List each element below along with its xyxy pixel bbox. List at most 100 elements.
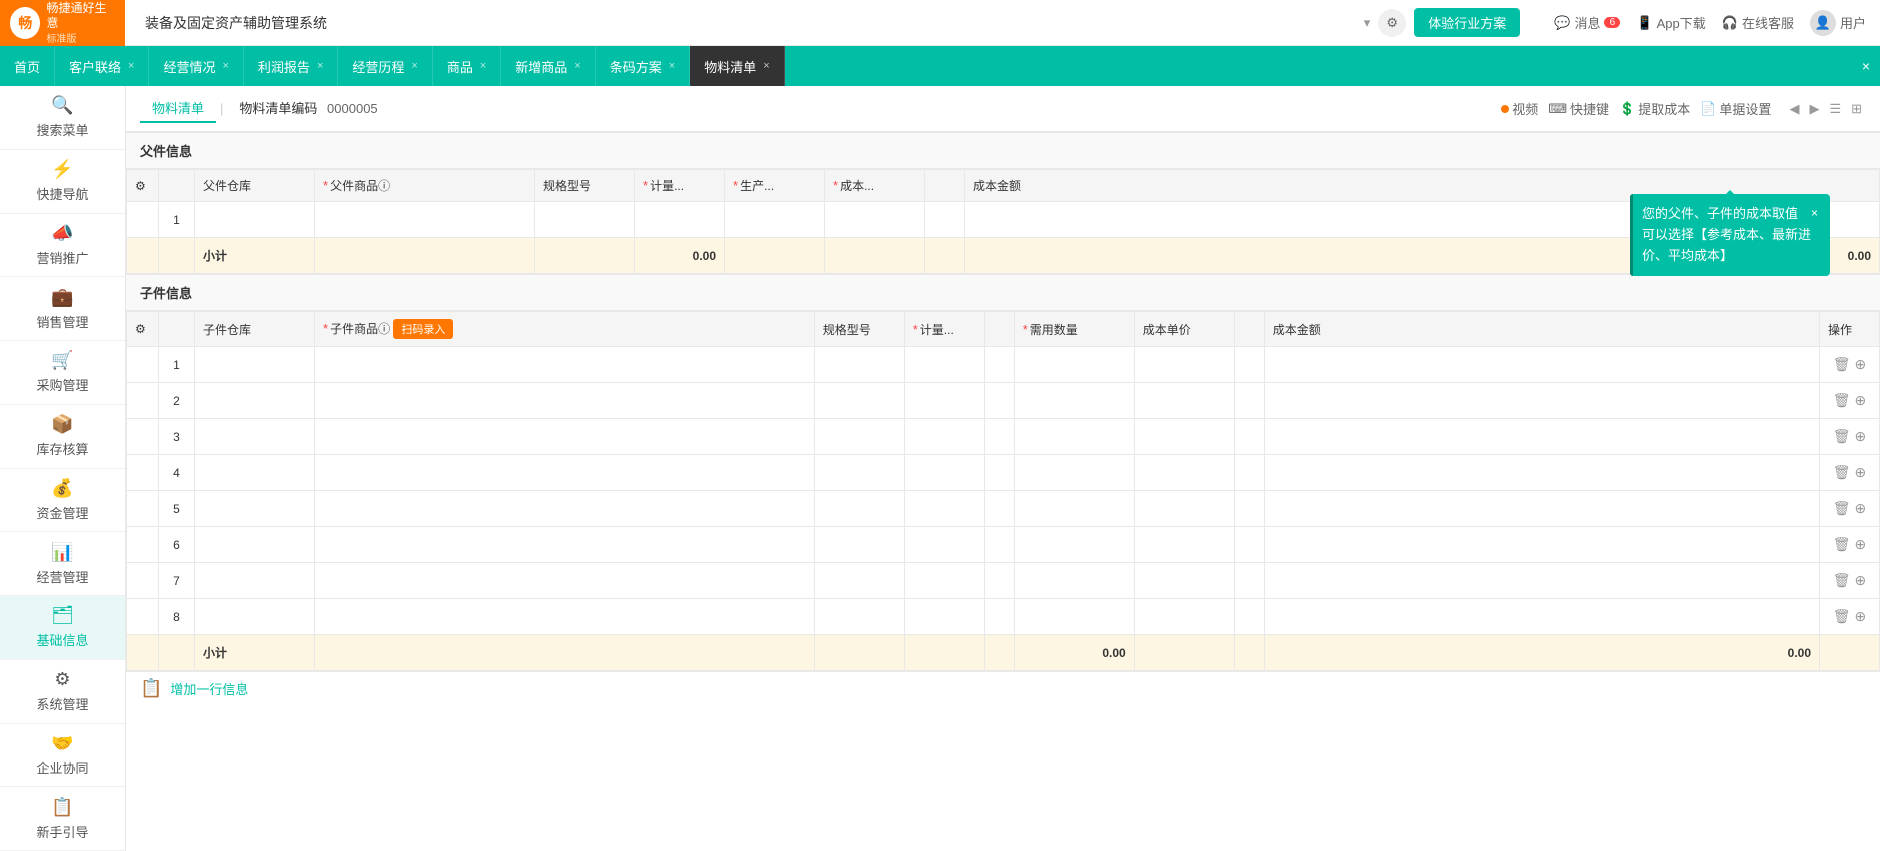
- doc-icon: 📄: [1700, 101, 1716, 117]
- child-section-header: 子件信息: [126, 274, 1880, 311]
- parent-col-spec: 规格型号: [535, 170, 635, 202]
- trial-button[interactable]: 体验行业方案: [1414, 8, 1520, 37]
- video-action[interactable]: 视频: [1501, 99, 1538, 118]
- tab-profit[interactable]: 利润报告×: [244, 46, 338, 86]
- chart-icon: 📊: [51, 542, 73, 563]
- expand-view[interactable]: ⊞: [1847, 99, 1866, 119]
- user-menu[interactable]: 👤 用户: [1810, 10, 1866, 36]
- parent-col-settings[interactable]: ⚙: [127, 170, 159, 202]
- sub-tab-bom-code[interactable]: 物料清单编码 0000005: [227, 94, 389, 123]
- delete-row-4-button[interactable]: 🗑: [1833, 464, 1851, 481]
- copy-row-1-button[interactable]: ⊕: [1855, 356, 1867, 373]
- delete-row-2-button[interactable]: 🗑: [1833, 392, 1851, 409]
- settings-button[interactable]: ⚙: [1378, 9, 1406, 37]
- copy-row-6-button[interactable]: ⊕: [1855, 536, 1867, 553]
- tab-operation[interactable]: 经营情况×: [149, 46, 243, 86]
- child-col-settings[interactable]: ⚙: [127, 312, 159, 347]
- tab-customer[interactable]: 客户联络×: [55, 46, 149, 86]
- tab-home[interactable]: 首页: [0, 46, 55, 86]
- online-service-button[interactable]: 🎧 在线客服: [1722, 13, 1794, 32]
- sub-tab-bom-list[interactable]: 物料清单: [140, 94, 216, 123]
- shortcut-action[interactable]: ⌨ 快捷键: [1548, 99, 1609, 118]
- parent-section-header: 父件信息: [126, 132, 1880, 169]
- sidebar-item-management[interactable]: 📊 经营管理: [0, 532, 125, 596]
- copy-row-3-button[interactable]: ⊕: [1855, 428, 1867, 445]
- cost-icon: 💲: [1619, 101, 1635, 117]
- dropdown-arrow[interactable]: ▾: [1364, 15, 1371, 31]
- copy-row-4-button[interactable]: ⊕: [1855, 464, 1867, 481]
- search-icon: 🔍: [51, 95, 73, 116]
- parent-col-unit: *计量...: [635, 170, 725, 202]
- delete-row-6-button[interactable]: 🗑: [1833, 536, 1851, 553]
- copy-row-2-button[interactable]: ⊕: [1855, 392, 1867, 409]
- parent-col-produce: *生产...: [725, 170, 825, 202]
- child-col-spec: 规格型号: [814, 312, 904, 347]
- parent-col-goods: *父件商品ⓘ: [315, 170, 535, 202]
- sidebar-item-inventory[interactable]: 📦 库存核算: [0, 405, 125, 469]
- service-icon: 🎧: [1722, 15, 1738, 31]
- nav-prev[interactable]: ◀: [1785, 99, 1803, 119]
- sidebar-item-enterprise[interactable]: 🤝 企业协同: [0, 724, 125, 788]
- delete-row-1-button[interactable]: 🗑: [1833, 356, 1851, 373]
- sidebar-item-marketing[interactable]: 📣 营销推广: [0, 214, 125, 278]
- tab-bom[interactable]: 物料清单×: [690, 46, 784, 86]
- message-icon: 💬: [1554, 15, 1570, 31]
- sidebar-item-purchase[interactable]: 🛒 采购管理: [0, 341, 125, 405]
- tab-barcode[interactable]: 条码方案×: [596, 46, 690, 86]
- flash-icon: ⚡: [51, 159, 73, 180]
- grid-view[interactable]: ☰: [1825, 99, 1845, 119]
- doc-settings-action[interactable]: 📄 单据设置: [1700, 99, 1771, 118]
- child-table-row: 5 🗑⊕: [127, 491, 1880, 527]
- parent-col-empty: [925, 170, 965, 202]
- child-table-row: 6 🗑⊕: [127, 527, 1880, 563]
- child-subtotal-row: 小计 0.00 0.00: [127, 635, 1880, 671]
- copy-row-8-button[interactable]: ⊕: [1855, 608, 1867, 625]
- copy-row-5-button[interactable]: ⊕: [1855, 500, 1867, 517]
- parent-table: ⚙ 父件仓库 *父件商品ⓘ 规格型号 *计量... *生产... *成本... …: [126, 169, 1880, 274]
- megaphone-icon: 📣: [51, 223, 73, 244]
- copy-row-7-button[interactable]: ⊕: [1855, 572, 1867, 589]
- sidebar-item-sales[interactable]: 💼 销售管理: [0, 277, 125, 341]
- child-col-action: 操作: [1820, 312, 1880, 347]
- scan-input-button[interactable]: 扫码录入: [393, 319, 453, 339]
- nav-next[interactable]: ▶: [1805, 99, 1823, 119]
- tab-history[interactable]: 经营历程×: [338, 46, 432, 86]
- sidebar-item-finance[interactable]: 💰 资金管理: [0, 469, 125, 533]
- sidebar: 🔍 搜索菜单 ⚡ 快捷导航 📣 营销推广 💼 销售管理 🛒 采购管理 📦 库存核…: [0, 86, 126, 851]
- sidebar-item-basic-info[interactable]: 🗂 基础信息: [0, 596, 125, 660]
- gear-icon: ⚙: [54, 669, 70, 690]
- child-table: ⚙ 子件仓库 *子件商品ⓘ 扫码录入 规格型号 *计量... *需用数量 成本单…: [126, 311, 1880, 671]
- child-col-empty1: [984, 312, 1014, 347]
- child-col-amount: 成本金额: [1264, 312, 1819, 347]
- delete-row-5-button[interactable]: 🗑: [1833, 500, 1851, 517]
- child-table-row: 8 🗑⊕: [127, 599, 1880, 635]
- logo-text: 畅捷通好生意: [46, 1, 115, 30]
- add-row-label[interactable]: 增加一行信息: [170, 679, 248, 698]
- tab-new-goods[interactable]: 新增商品×: [501, 46, 595, 86]
- delete-row-7-button[interactable]: 🗑: [1833, 572, 1851, 589]
- close-all-tabs[interactable]: ×: [1852, 58, 1880, 74]
- download-icon: 📱: [1636, 15, 1652, 31]
- sidebar-item-search[interactable]: 🔍 搜索菜单: [0, 86, 125, 150]
- app-download-button[interactable]: 📱 App下载: [1636, 13, 1705, 32]
- briefcase-icon: 💼: [51, 287, 73, 308]
- delete-row-8-button[interactable]: 🗑: [1833, 608, 1851, 625]
- parent-col-cost: *成本...: [825, 170, 925, 202]
- sidebar-item-guide[interactable]: 📋 新手引导: [0, 787, 125, 851]
- sub-header: 物料清单 | 物料清单编码 0000005 视频 ⌨ 快捷键 💲 提取成本: [126, 86, 1880, 132]
- child-col-qty: *需用数量: [1014, 312, 1134, 347]
- tooltip-text: 您的父件、子件的成本取值可以选择【参考成本、最新进价、平均成本】: [1642, 206, 1811, 263]
- box-icon: 📦: [51, 414, 73, 435]
- cart-icon: 🛒: [51, 350, 73, 371]
- sidebar-item-quick-nav[interactable]: ⚡ 快捷导航: [0, 150, 125, 214]
- tooltip-close-button[interactable]: ×: [1811, 204, 1818, 223]
- message-button[interactable]: 💬 消息 6: [1554, 13, 1620, 32]
- delete-row-3-button[interactable]: 🗑: [1833, 428, 1851, 445]
- parent-subtotal-row: 小计 0.00 0.00: [127, 238, 1880, 274]
- sidebar-item-system[interactable]: ⚙ 系统管理: [0, 660, 125, 724]
- tab-goods[interactable]: 商品×: [433, 46, 501, 86]
- add-row-icon[interactable]: 📋: [140, 678, 162, 699]
- extract-cost-action[interactable]: 💲 提取成本: [1619, 99, 1690, 118]
- child-table-row: 7 🗑⊕: [127, 563, 1880, 599]
- child-table-row: 3 🗑⊕: [127, 419, 1880, 455]
